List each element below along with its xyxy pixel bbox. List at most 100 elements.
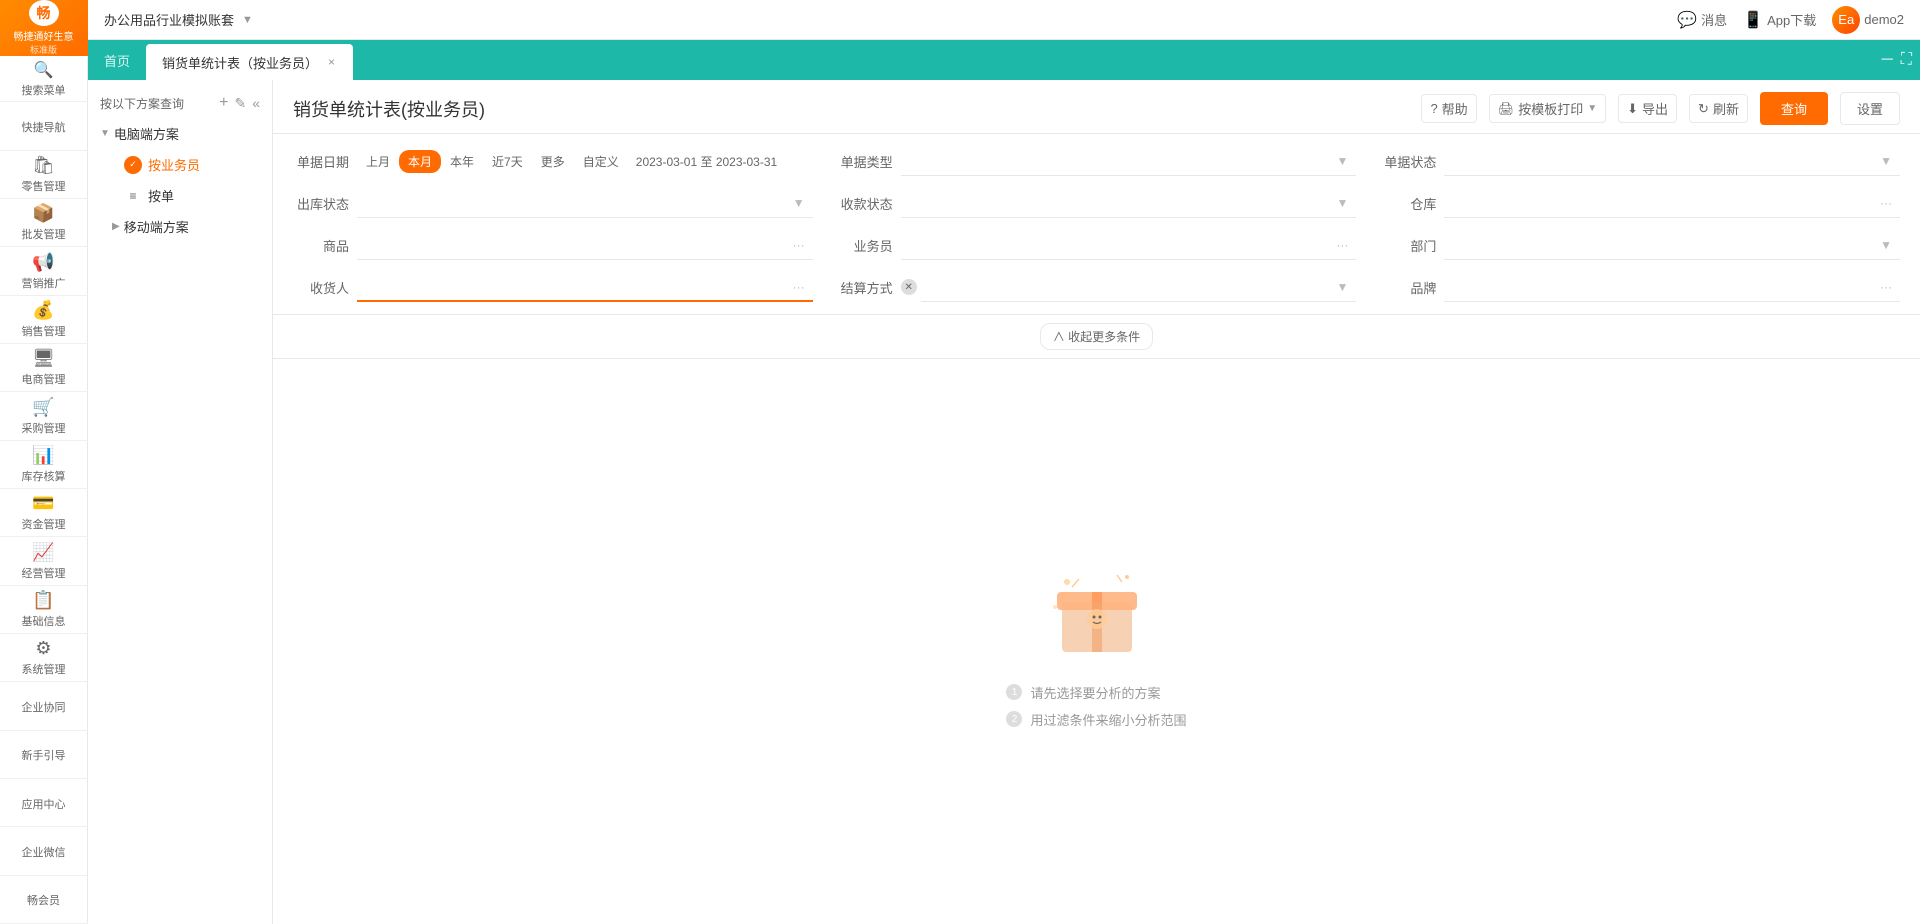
sidebar-item-system[interactable]: ⚙ 系统管理 xyxy=(0,634,88,682)
dept-select[interactable] xyxy=(1444,230,1900,260)
tab-active[interactable]: 销货单统计表（按业务员） × xyxy=(146,44,353,80)
sidebar-search-menu[interactable]: 🔍 搜索菜单 xyxy=(0,56,88,102)
export-btn[interactable]: ⬇ 导出 xyxy=(1618,94,1677,123)
tab-bar-expand-btn[interactable]: ⛶ xyxy=(1901,51,1912,69)
doctype-select[interactable] xyxy=(901,146,1357,176)
settings-btn[interactable]: 设置 xyxy=(1840,92,1900,125)
goods-label: 商品 xyxy=(293,236,349,255)
tree-mobile-group[interactable]: ▶ 移动端方案 xyxy=(88,211,272,242)
byorder-icon: ≡ xyxy=(124,187,142,205)
filter-receiver: 收货人 ··· xyxy=(293,272,813,302)
finance-label: 资金管理 xyxy=(22,516,66,532)
sidebar-logo[interactable]: 畅 畅捷通好生意 标准版 xyxy=(0,0,88,56)
paymentstatus-dropdown-icon: ▼ xyxy=(1336,196,1348,210)
active-scheme-label: 按业务员 xyxy=(148,155,200,174)
app-download-label: App下载 xyxy=(1767,10,1816,29)
warehouse-input[interactable] xyxy=(1444,188,1900,218)
salesman-label: 业务员 xyxy=(837,236,893,255)
tree-arrow-icon: ▼ xyxy=(100,128,110,139)
brand-label: 品牌 xyxy=(1380,278,1436,297)
page-title: 销货单统计表(按业务员) xyxy=(293,96,485,122)
purchase-icon: 🛒 xyxy=(32,397,54,418)
date-btn-thisyear[interactable]: 本年 xyxy=(441,150,483,173)
dept-control: ▼ xyxy=(1444,230,1900,260)
settlement-dropdown-icon: ▼ xyxy=(1336,280,1348,294)
outstatus-select[interactable] xyxy=(357,188,813,218)
brand-input[interactable] xyxy=(1444,272,1900,302)
salesman-input[interactable] xyxy=(901,230,1357,260)
sidebar-item-basic[interactable]: 📋 基础信息 xyxy=(0,586,88,634)
tree-child-byorder[interactable]: ≡ 按单 xyxy=(88,180,272,211)
coop-label: 企业协同 xyxy=(22,699,66,715)
sidebar-item-marketing[interactable]: 📢 营销推广 xyxy=(0,247,88,295)
retail-icon: 🛍 xyxy=(32,155,55,176)
wholesale-icon: 📦 xyxy=(32,203,54,224)
receiver-label: 收货人 xyxy=(293,278,349,297)
export-icon: ⬇ xyxy=(1627,101,1638,117)
paymentstatus-select[interactable] xyxy=(901,188,1357,218)
sidebar-item-ops[interactable]: 📈 经营管理 xyxy=(0,537,88,585)
tab-home[interactable]: 首页 xyxy=(88,40,146,80)
collapse-conditions-btn[interactable]: ∧ 收起更多条件 xyxy=(1040,323,1153,350)
sidebar-item-corpwechat[interactable]: 企业微信 xyxy=(0,827,88,875)
print-label: 按模板打印 xyxy=(1518,99,1583,118)
sidebar-item-appcenter[interactable]: 应用中心 xyxy=(0,779,88,827)
date-btn-lastmonth[interactable]: 上月 xyxy=(357,150,399,173)
empty-illustration xyxy=(1037,547,1157,667)
ops-label: 经营管理 xyxy=(22,565,66,581)
collapse-panel-btn[interactable]: « xyxy=(252,95,260,111)
collapse-bar: ∧ 收起更多条件 xyxy=(273,315,1920,359)
warehouse-dots-icon: ··· xyxy=(1880,196,1892,210)
inventory-icon: 📊 xyxy=(32,445,54,466)
receiver-control: ··· xyxy=(357,272,813,302)
app-download-btn[interactable]: 📱 App下载 xyxy=(1743,10,1816,30)
filter-dept: 部门 ▼ xyxy=(1380,230,1900,260)
sidebar-item-sales[interactable]: 💰 销售管理 xyxy=(0,296,88,344)
sidebar-item-member[interactable]: 畅会员 xyxy=(0,876,88,924)
sidebar-item-quicknav[interactable]: 快捷导航 xyxy=(0,102,88,150)
date-btn-more[interactable]: 更多 xyxy=(532,150,574,173)
date-btn-7days[interactable]: 近7天 xyxy=(483,150,532,173)
print-btn[interactable]: 🖨 按模板打印 ▼ xyxy=(1489,94,1606,123)
main-area: 办公用品行业模拟账套 ▼ 💬 消息 📱 App下载 Ea demo2 首页 xyxy=(88,0,1920,924)
purchase-label: 采购管理 xyxy=(22,420,66,436)
tab-close-btn[interactable]: × xyxy=(326,53,337,71)
help-icon: ? xyxy=(1430,101,1437,116)
date-btn-custom[interactable]: 自定义 xyxy=(574,150,628,173)
sidebar-item-retail[interactable]: 🛍 零售管理 xyxy=(0,151,88,199)
workspace-selector[interactable]: 办公用品行业模拟账套 ▼ xyxy=(104,10,253,29)
tree-child-salesman[interactable]: ✓ 按业务员 xyxy=(88,149,272,180)
paymentstatus-label: 收款状态 xyxy=(837,194,893,213)
warehouse-control: ··· xyxy=(1444,188,1900,218)
salesman-dots-icon: ··· xyxy=(1336,238,1348,252)
filter-area: 单据日期 上月 本月 本年 近7天 更多 自定义 2023-03-01 至 20… xyxy=(273,134,1920,315)
query-btn[interactable]: 查询 xyxy=(1760,92,1828,125)
messages-btn[interactable]: 💬 消息 xyxy=(1677,10,1727,30)
salesman-control: ··· xyxy=(901,230,1357,260)
sidebar-item-purchase[interactable]: 🛒 采购管理 xyxy=(0,392,88,440)
tree-pc-group: ▼ 电脑端方案 ✓ 按业务员 ≡ 按单 ▶ 移动端方案 xyxy=(88,118,272,242)
sidebar-item-ecommerce[interactable]: 🖥 电商管理 xyxy=(0,344,88,392)
tab-bar-minimize-btn[interactable]: ─ xyxy=(1881,51,1892,69)
tree-pc-parent[interactable]: ▼ 电脑端方案 xyxy=(88,118,272,149)
marketing-label: 营销推广 xyxy=(22,275,66,291)
receiver-input[interactable] xyxy=(357,272,813,302)
date-btn-thismonth[interactable]: 本月 xyxy=(399,150,441,173)
add-scheme-btn[interactable]: + xyxy=(219,94,228,112)
sidebar-item-wholesale[interactable]: 📦 批发管理 xyxy=(0,199,88,247)
goods-dots-icon: ··· xyxy=(793,238,805,252)
docstatus-select[interactable] xyxy=(1444,146,1900,176)
user-profile-btn[interactable]: Ea demo2 xyxy=(1832,6,1904,34)
sidebar-item-coop[interactable]: 企业协同 xyxy=(0,682,88,730)
refresh-btn[interactable]: ↻ 刷新 xyxy=(1689,94,1748,123)
settlement-clear-btn[interactable]: ✕ xyxy=(901,279,917,295)
settlement-select[interactable] xyxy=(921,272,1357,302)
help-btn[interactable]: ? 帮助 xyxy=(1421,94,1476,123)
edit-scheme-btn[interactable]: ✎ xyxy=(234,95,246,112)
goods-input[interactable] xyxy=(357,230,813,260)
sidebar-item-guide[interactable]: 新手引导 xyxy=(0,731,88,779)
doctype-label: 单据类型 xyxy=(837,152,893,171)
sidebar-item-inventory[interactable]: 📊 库存核算 xyxy=(0,441,88,489)
sidebar-item-finance[interactable]: 💳 资金管理 xyxy=(0,489,88,537)
filter-row-4: 收货人 ··· 结算方式 ✕ ▼ xyxy=(293,272,1900,302)
